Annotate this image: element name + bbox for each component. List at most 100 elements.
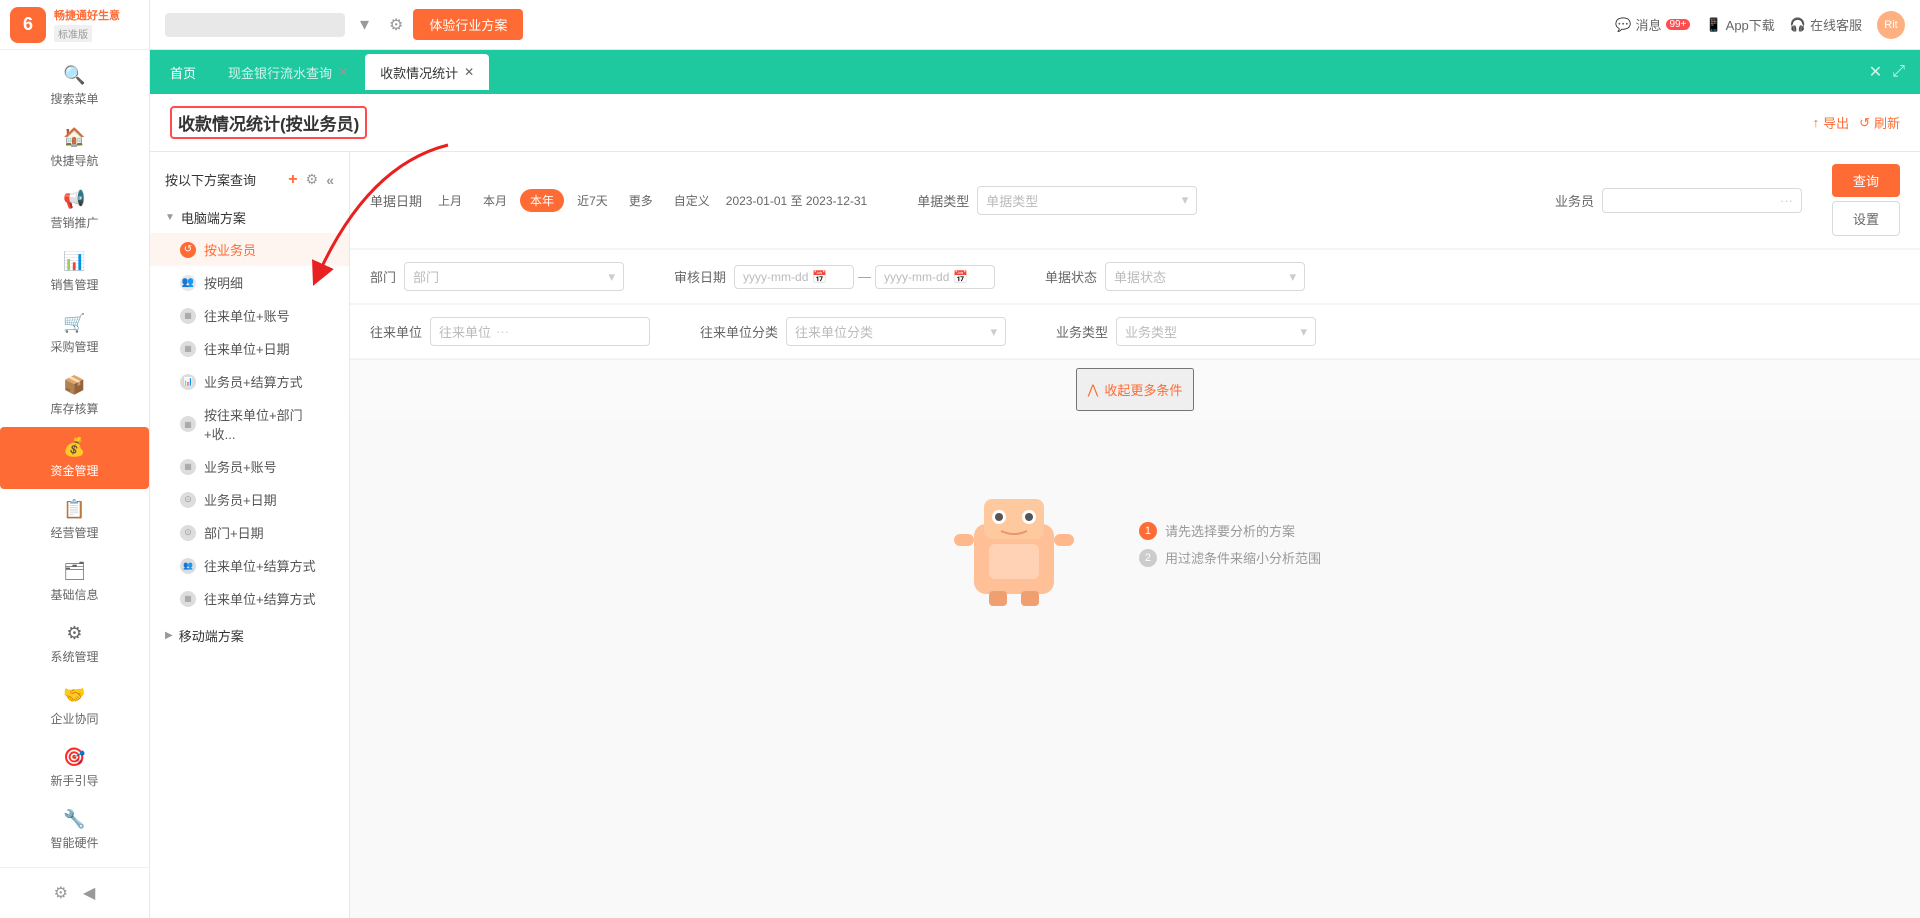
header-actions: 💬 消息 99+ 📱 App下载 🎧 在线客服 Rit	[1615, 11, 1905, 39]
trial-button[interactable]: 体验行业方案	[413, 9, 523, 40]
partner-more-dots[interactable]: ···	[496, 324, 509, 339]
tip-num-1: 1	[1139, 522, 1157, 540]
header-breadcrumb	[165, 13, 345, 37]
breadcrumb-expand-icon[interactable]: ▾	[360, 14, 369, 35]
sidebar-item-finance[interactable]: 💰 资金管理	[0, 427, 149, 489]
message-icon: 💬	[1615, 17, 1631, 33]
top-header: ▾ ⚙ 体验行业方案 💬 消息 99+ 📱 App下载 🎧 在线客服 Rit	[150, 0, 1920, 50]
dept-filter-field: 部门 部门 ▾	[370, 262, 624, 291]
download-icon: 📱	[1705, 17, 1721, 33]
scheme-staff-date[interactable]: ⊙ 业务员+日期	[150, 483, 349, 516]
sidebar-item-guide[interactable]: 🎯 新手引导	[0, 737, 149, 799]
refresh-button[interactable]: ↺ 刷新	[1859, 113, 1900, 132]
collapse-button[interactable]: ⋀ 收起更多条件	[1076, 368, 1195, 411]
scheme-icon-unit-account: ▦	[180, 308, 196, 324]
scheme-unit-account[interactable]: ▦ 往来单位+账号	[150, 299, 349, 332]
expand-window-button[interactable]: ⤢	[1892, 63, 1905, 81]
calendar-icon-start: 📅	[812, 270, 827, 284]
export-button[interactable]: ↑ 导出	[1813, 113, 1850, 132]
tab-bank[interactable]: 现金银行流水查询 ✕	[213, 54, 363, 90]
collapse-panel-icon[interactable]: «	[326, 172, 334, 188]
settings-button[interactable]: 设置	[1832, 201, 1900, 236]
close-window-button[interactable]: ✕	[1869, 62, 1882, 82]
filter-row-3: 往来单位 往来单位 ··· 往来单位分类 往来单位分类 ▾	[350, 304, 1920, 359]
scheme-settings-icon[interactable]: ⚙	[306, 171, 319, 188]
tip-item-2: 2 用过滤条件来缩小分析范围	[1139, 548, 1321, 567]
scheme-unit-settlement1[interactable]: 👥 往来单位+结算方式	[150, 549, 349, 582]
review-date-end-input[interactable]: yyyy-mm-dd 📅	[875, 265, 995, 289]
scheme-unit-settlement2[interactable]: ▦ 往来单位+结算方式	[150, 582, 349, 615]
doc-type-arrow: ▾	[1182, 192, 1189, 208]
partner-select[interactable]: 往来单位 ···	[430, 317, 650, 346]
sidebar-item-quicknav[interactable]: 🏠 快捷导航	[0, 117, 149, 179]
tab-bar: 首页 现金银行流水查询 ✕ 收款情况统计 ✕ ✕ ⤢	[150, 50, 1920, 94]
scheme-staff-settlement[interactable]: 📊 业务员+结算方式	[150, 365, 349, 398]
avatar[interactable]: Rit	[1877, 11, 1905, 39]
sidebar-item-sales[interactable]: 📊 销售管理	[0, 241, 149, 303]
tab-close-bank[interactable]: ✕	[338, 65, 348, 79]
sidebar-item-hardware[interactable]: 🔧 智能硬件	[0, 799, 149, 861]
scheme-icon-unit-settlement1: 👥	[180, 558, 196, 574]
dept-select[interactable]: 部门 ▾	[404, 262, 624, 291]
marketing-icon: 📢	[63, 189, 85, 210]
message-button[interactable]: 💬 消息 99+	[1615, 15, 1690, 34]
sidebar-item-marketing[interactable]: 📢 营销推广	[0, 179, 149, 241]
sidebar-collapse-button[interactable]: ◀	[78, 878, 100, 908]
partner-filter-field: 往来单位 往来单位 ···	[370, 317, 650, 346]
date-tab-this-month[interactable]: 本月	[475, 189, 515, 212]
date-tab-last-month[interactable]: 上月	[430, 189, 470, 212]
page-content: 收款情况统计(按业务员) ↑ 导出 ↺ 刷新 按以下方案查询	[150, 94, 1920, 918]
biz-type-select[interactable]: 业务类型 ▾	[1116, 317, 1316, 346]
scheme-by-detail[interactable]: 👥 按明细	[150, 266, 349, 299]
doc-type-select[interactable]: 单据类型 ▾	[977, 186, 1197, 215]
desktop-scheme-group: ▼ 电脑端方案 ↺ 按业务员 👥 按明细 ▦ 往来单位+账号	[150, 202, 349, 615]
sidebar-item-enterprise[interactable]: 🤝 企业协同	[0, 675, 149, 737]
sidebar-item-search[interactable]: 🔍 搜索菜单	[0, 55, 149, 117]
add-scheme-button[interactable]: +	[288, 171, 297, 189]
empty-state: 1 请先选择要分析的方案 2 用过滤条件来缩小分析范围	[949, 479, 1321, 609]
filter-content-area: 单据日期 上月 本月 本年 近7天 更多 自定义 2023-01-01 至 20…	[350, 152, 1920, 918]
filter-row-1: 单据日期 上月 本月 本年 近7天 更多 自定义 2023-01-01 至 20…	[350, 152, 1920, 249]
doc-status-select[interactable]: 单据状态 ▾	[1105, 262, 1305, 291]
system-icon: ⚙	[66, 623, 82, 644]
main-layout: 按以下方案查询 + ⚙ « ▼ 电脑端方案 ↺	[150, 152, 1920, 918]
operations-icon: 📋	[63, 499, 85, 520]
doc-status-filter-field: 单据状态 单据状态 ▾	[1045, 262, 1305, 291]
online-service-button[interactable]: 🎧 在线客服	[1790, 15, 1862, 34]
partner-type-select[interactable]: 往来单位分类 ▾	[786, 317, 1006, 346]
desktop-scheme-header[interactable]: ▼ 电脑端方案	[150, 202, 349, 233]
review-date-start-input[interactable]: yyyy-mm-dd 📅	[734, 265, 854, 289]
scheme-unit-dept[interactable]: ▦ 按往来单位+部门+收...	[150, 398, 349, 450]
sidebar-item-inventory[interactable]: 📦 库存核算	[0, 365, 149, 427]
hardware-icon: 🔧	[63, 809, 85, 830]
tab-close-collection[interactable]: ✕	[464, 65, 474, 79]
date-tab-custom[interactable]: 自定义	[666, 189, 718, 212]
sidebar-item-purchase[interactable]: 🛒 采购管理	[0, 303, 149, 365]
tab-home[interactable]: 首页	[155, 54, 211, 90]
date-tabs: 上月 本月 本年 近7天 更多 自定义	[430, 189, 718, 212]
mobile-scheme-group: ▶ 移动端方案	[150, 620, 349, 651]
filter-section: 单据日期 上月 本月 本年 近7天 更多 自定义 2023-01-01 至 20…	[350, 152, 1920, 419]
app-download-button[interactable]: 📱 App下载	[1705, 15, 1774, 34]
sidebar-item-basic[interactable]: 🗂 基础信息	[0, 551, 149, 613]
enterprise-icon: 🤝	[63, 685, 85, 706]
date-tab-this-year[interactable]: 本年	[520, 189, 564, 212]
date-tab-last7[interactable]: 近7天	[569, 189, 616, 212]
sidebar-item-operations[interactable]: 📋 经营管理	[0, 489, 149, 551]
search-icon: 🔍	[63, 65, 85, 86]
tab-collection[interactable]: 收款情况统计 ✕	[365, 54, 489, 90]
staff-select[interactable]: ···	[1602, 188, 1802, 213]
mobile-group-arrow: ▶	[165, 630, 173, 641]
sidebar-settings-button[interactable]: ⚙	[49, 878, 73, 908]
scheme-by-staff[interactable]: ↺ 按业务员	[150, 233, 349, 266]
header-settings-icon[interactable]: ⚙	[389, 15, 403, 35]
scheme-staff-account[interactable]: ▦ 业务员+账号	[150, 450, 349, 483]
date-tab-more[interactable]: 更多	[621, 189, 661, 212]
scheme-unit-date[interactable]: ▦ 往来单位+日期	[150, 332, 349, 365]
scheme-dept-date[interactable]: ⊙ 部门+日期	[150, 516, 349, 549]
query-button[interactable]: 查询	[1832, 164, 1900, 197]
doc-status-arrow: ▾	[1290, 269, 1297, 285]
mobile-scheme-header[interactable]: ▶ 移动端方案	[150, 620, 349, 651]
date-dash: —	[858, 269, 871, 284]
sidebar-item-system[interactable]: ⚙ 系统管理	[0, 613, 149, 675]
